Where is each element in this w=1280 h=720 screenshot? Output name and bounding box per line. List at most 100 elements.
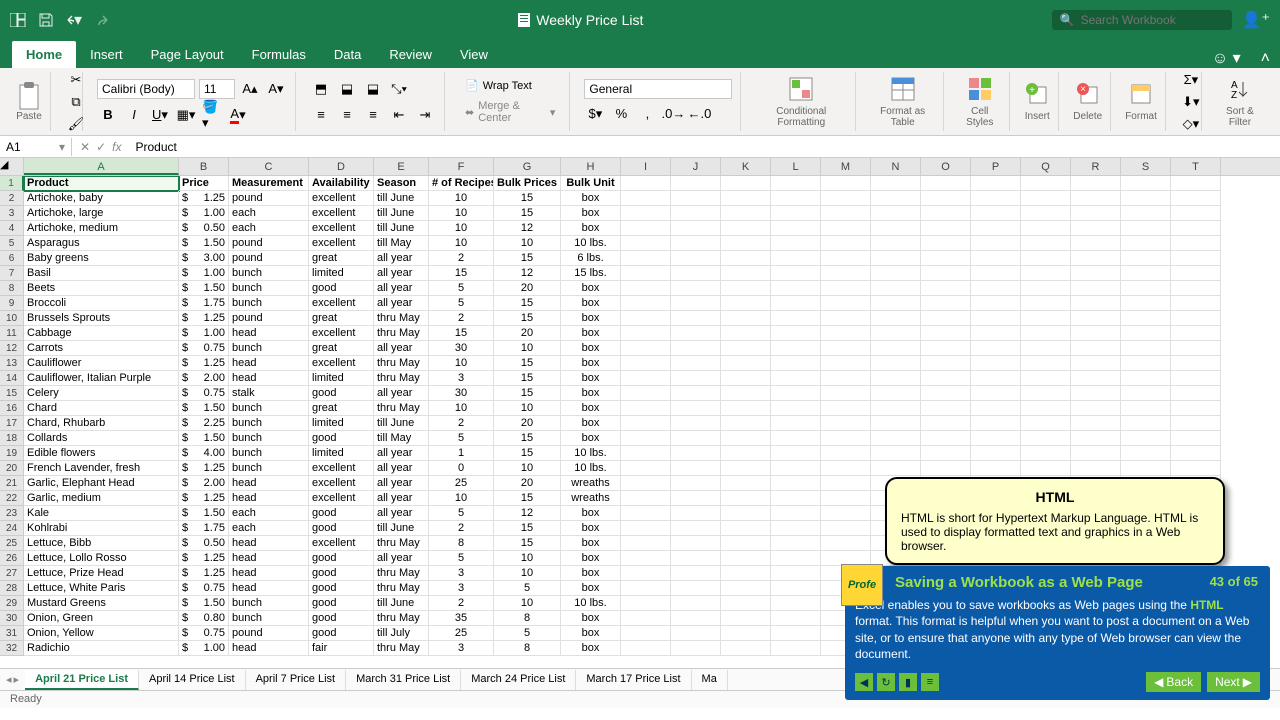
wrap-text-button[interactable]: 📄 Wrap Text: [459, 77, 561, 94]
cell[interactable]: 5: [429, 506, 494, 521]
cell[interactable]: $0.75: [179, 626, 229, 641]
cell[interactable]: [871, 431, 921, 446]
cell[interactable]: Mustard Greens: [24, 596, 179, 611]
cell[interactable]: [921, 236, 971, 251]
col-header-S[interactable]: S: [1121, 158, 1171, 175]
cell[interactable]: [671, 521, 721, 536]
tab-home[interactable]: Home: [12, 41, 76, 68]
cell[interactable]: [721, 371, 771, 386]
cell[interactable]: $1.50: [179, 401, 229, 416]
align-right-icon[interactable]: ≡: [362, 104, 384, 126]
cell[interactable]: box: [561, 341, 621, 356]
cell[interactable]: [821, 191, 871, 206]
cell[interactable]: [1071, 251, 1121, 266]
cell[interactable]: head: [229, 581, 309, 596]
cell[interactable]: pound: [229, 626, 309, 641]
cell[interactable]: [621, 506, 671, 521]
cell[interactable]: [1071, 206, 1121, 221]
cell[interactable]: all year: [374, 296, 429, 311]
cell[interactable]: [1071, 356, 1121, 371]
row-header[interactable]: 16: [0, 401, 24, 416]
cell[interactable]: [1121, 251, 1171, 266]
tab-review[interactable]: Review: [375, 41, 446, 68]
cell[interactable]: [1021, 266, 1071, 281]
cell[interactable]: 5: [429, 551, 494, 566]
cell[interactable]: bunch: [229, 461, 309, 476]
cell[interactable]: [721, 476, 771, 491]
cell[interactable]: pound: [229, 311, 309, 326]
cell[interactable]: [921, 401, 971, 416]
cell[interactable]: 1: [429, 446, 494, 461]
cell[interactable]: excellent: [309, 191, 374, 206]
cell[interactable]: [871, 236, 921, 251]
cell[interactable]: [1021, 356, 1071, 371]
cell[interactable]: [821, 461, 871, 476]
cell[interactable]: [1121, 431, 1171, 446]
cell[interactable]: [721, 251, 771, 266]
col-header-F[interactable]: F: [429, 158, 494, 175]
share-icon[interactable]: 👤⁺: [1242, 10, 1270, 30]
cell[interactable]: 15: [494, 206, 561, 221]
cell[interactable]: [1071, 341, 1121, 356]
cell[interactable]: [971, 386, 1021, 401]
cell[interactable]: thru May: [374, 536, 429, 551]
cell[interactable]: [871, 281, 921, 296]
cell[interactable]: [771, 176, 821, 191]
cell[interactable]: [621, 191, 671, 206]
cell[interactable]: [771, 506, 821, 521]
cell[interactable]: [1021, 341, 1071, 356]
cell[interactable]: [921, 326, 971, 341]
cell[interactable]: good: [309, 626, 374, 641]
cell[interactable]: Artichoke, large: [24, 206, 179, 221]
row-header[interactable]: 15: [0, 386, 24, 401]
cell[interactable]: [1021, 371, 1071, 386]
cell[interactable]: $2.00: [179, 371, 229, 386]
fill-icon[interactable]: ⬇▾: [1180, 93, 1202, 111]
cell[interactable]: [971, 281, 1021, 296]
cell[interactable]: [1021, 446, 1071, 461]
cell[interactable]: [671, 401, 721, 416]
cell[interactable]: Cauliflower: [24, 356, 179, 371]
cell[interactable]: 15: [494, 296, 561, 311]
bold-button[interactable]: B: [97, 104, 119, 126]
cell[interactable]: [671, 341, 721, 356]
cell[interactable]: [871, 446, 921, 461]
number-format-select[interactable]: [584, 79, 732, 99]
cell[interactable]: $1.50: [179, 596, 229, 611]
cell[interactable]: [821, 326, 871, 341]
cell[interactable]: 3: [429, 566, 494, 581]
cell[interactable]: [771, 266, 821, 281]
cell[interactable]: 30: [429, 386, 494, 401]
cell[interactable]: [671, 596, 721, 611]
cell[interactable]: 15 lbs.: [561, 266, 621, 281]
cell[interactable]: Lettuce, Bibb: [24, 536, 179, 551]
sort-filter-button[interactable]: AZ Sort & Filter: [1208, 72, 1272, 131]
cell[interactable]: thru May: [374, 581, 429, 596]
cell[interactable]: [1021, 251, 1071, 266]
cell[interactable]: [871, 176, 921, 191]
cell[interactable]: [771, 221, 821, 236]
cell[interactable]: $2.25: [179, 416, 229, 431]
cell[interactable]: [621, 446, 671, 461]
cell[interactable]: 0: [429, 461, 494, 476]
format-as-table-button[interactable]: Format as Table: [862, 72, 944, 131]
cell[interactable]: [821, 311, 871, 326]
cell[interactable]: box: [561, 551, 621, 566]
formula-input[interactable]: [129, 138, 1280, 156]
cell[interactable]: Onion, Yellow: [24, 626, 179, 641]
cell[interactable]: [1171, 341, 1221, 356]
enter-icon[interactable]: ✓: [96, 140, 106, 154]
cell[interactable]: each: [229, 206, 309, 221]
cell[interactable]: [671, 191, 721, 206]
cell[interactable]: [971, 416, 1021, 431]
cell[interactable]: Cabbage: [24, 326, 179, 341]
cell[interactable]: [821, 416, 871, 431]
cell[interactable]: [721, 581, 771, 596]
cell[interactable]: [1171, 221, 1221, 236]
cell[interactable]: [921, 296, 971, 311]
font-name-select[interactable]: [97, 79, 195, 99]
cell[interactable]: Collards: [24, 431, 179, 446]
cell[interactable]: [871, 191, 921, 206]
font-size-select[interactable]: [199, 79, 235, 99]
cell[interactable]: $1.25: [179, 491, 229, 506]
